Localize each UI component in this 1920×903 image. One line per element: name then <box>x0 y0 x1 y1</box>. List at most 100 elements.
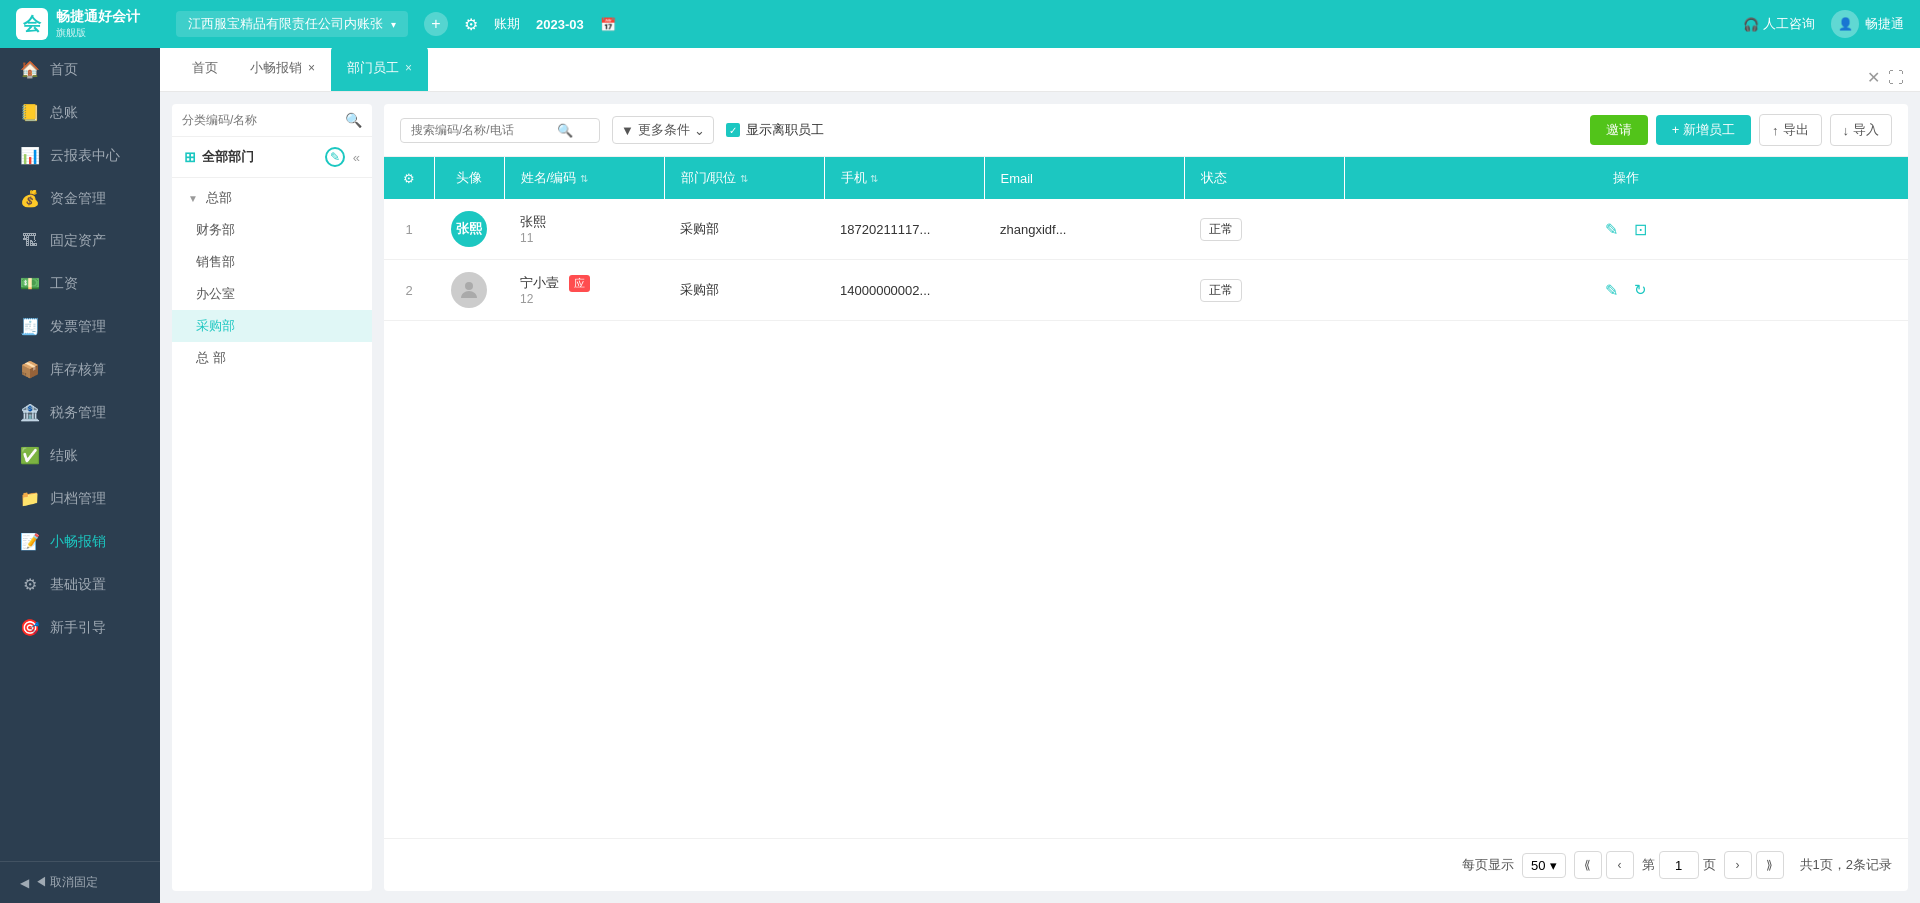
resigned-checkbox[interactable]: ✓ <box>726 123 740 137</box>
service-button[interactable]: 🎧 人工咨询 <box>1743 15 1815 33</box>
pin-label: ◀ 取消固定 <box>35 874 98 891</box>
page-number-input[interactable] <box>1659 851 1699 879</box>
prev-page-button[interactable]: ‹ <box>1606 851 1634 879</box>
company-selector[interactable]: 江西服宝精品有限责任公司内账张 ▾ <box>176 11 408 37</box>
settings-icon[interactable]: ⚙ <box>464 15 478 34</box>
sidebar-item-reports[interactable]: 📊 云报表中心 <box>0 134 160 177</box>
svg-point-0 <box>465 282 473 290</box>
reports-icon: 📊 <box>20 146 40 165</box>
import-button[interactable]: ↓ 导入 <box>1830 114 1893 146</box>
row2-status-cell: 正常 <box>1184 260 1344 321</box>
sidebar-label-home: 首页 <box>50 61 78 79</box>
tab-expense-close[interactable]: × <box>308 61 315 75</box>
sidebar-item-capital[interactable]: 💰 资金管理 <box>0 177 160 220</box>
th-dept[interactable]: 部门/职位 ⇅ <box>664 157 824 199</box>
invite-button[interactable]: 邀请 <box>1590 115 1648 145</box>
row1-action-icons: ✎ ⊡ <box>1360 220 1892 239</box>
user-info[interactable]: 👤 畅捷通 <box>1831 10 1904 38</box>
dept-node-office[interactable]: 办公室 <box>172 278 372 310</box>
row1-logout-icon[interactable]: ⊡ <box>1634 220 1647 239</box>
th-email: Email <box>984 157 1184 199</box>
tab-home[interactable]: 首页 <box>176 48 234 91</box>
emp-search-icon[interactable]: 🔍 <box>557 123 573 138</box>
row2-avatar-cell <box>434 260 504 321</box>
sidebar-item-inventory[interactable]: 📦 库存核算 <box>0 348 160 391</box>
sidebar-pin-toggle[interactable]: ◀ ◀ 取消固定 <box>0 861 160 903</box>
tab-home-label: 首页 <box>192 59 218 77</box>
period-value[interactable]: 2023-03 <box>536 17 584 32</box>
th-name[interactable]: 姓名/编码 ⇅ <box>504 157 664 199</box>
dept-search-input[interactable] <box>182 113 339 127</box>
next-page-button[interactable]: › <box>1724 851 1752 879</box>
sidebar-label-invoice: 发票管理 <box>50 318 106 336</box>
sidebar-item-settings[interactable]: ⚙ 基础设置 <box>0 563 160 606</box>
logo-area: 会 畅捷通好会计 旗舰版 <box>16 8 176 40</box>
tab-bar: 首页 小畅报销 × 部门员工 × ✕ ⛶ <box>160 48 1920 92</box>
more-filter-button[interactable]: ▼ 更多条件 ⌄ <box>612 116 714 144</box>
row2-edit-icon[interactable]: ✎ <box>1605 281 1618 300</box>
dept-header-icons: ✎ « <box>325 147 360 167</box>
row2-status-badge: 正常 <box>1200 279 1242 302</box>
sidebar-item-tax[interactable]: 🏦 税务管理 <box>0 391 160 434</box>
th-phone[interactable]: 手机 ⇅ <box>824 157 984 199</box>
sidebar-label-settle: 结账 <box>50 447 78 465</box>
username: 畅捷通 <box>1865 15 1904 33</box>
capital-icon: 💰 <box>20 189 40 208</box>
th-settings[interactable]: ⚙ <box>384 157 434 199</box>
invoice-icon: 🧾 <box>20 317 40 336</box>
dept-node-hq2[interactable]: 总 部 <box>172 342 372 374</box>
emp-search-input[interactable] <box>411 123 551 137</box>
sidebar-item-ledger[interactable]: 📒 总账 <box>0 91 160 134</box>
tab-dept-emp-close[interactable]: × <box>405 61 412 75</box>
dept-node-hq[interactable]: ▼ 总部 <box>172 182 372 214</box>
page-size-select[interactable]: 50 ▾ <box>1522 853 1565 878</box>
add-emp-button[interactable]: + 新增员工 <box>1656 115 1751 145</box>
row2-delete-icon[interactable]: ↻ <box>1634 281 1647 299</box>
tab-expense[interactable]: 小畅报销 × <box>234 48 331 91</box>
settings-nav-icon: ⚙ <box>20 575 40 594</box>
sidebar-item-invoice[interactable]: 🧾 发票管理 <box>0 305 160 348</box>
sidebar-label-tax: 税务管理 <box>50 404 106 422</box>
tax-icon: 🏦 <box>20 403 40 422</box>
sidebar-item-settle[interactable]: ✅ 结账 <box>0 434 160 477</box>
show-resigned-toggle[interactable]: ✓ 显示离职员工 <box>726 121 824 139</box>
headset-icon: 🎧 <box>1743 17 1759 32</box>
sidebar-item-assets[interactable]: 🏗 固定资产 <box>0 220 160 262</box>
export-button[interactable]: ↑ 导出 <box>1759 114 1822 146</box>
calendar-icon[interactable]: 📅 <box>600 17 616 32</box>
expand-window-icon[interactable]: ⛶ <box>1888 69 1904 87</box>
th-status: 状态 <box>1184 157 1344 199</box>
more-filter-label: 更多条件 <box>638 121 690 139</box>
page-size-arrow-icon: ▾ <box>1550 858 1557 873</box>
first-page-button[interactable]: ⟪ <box>1574 851 1602 879</box>
tab-dept-emp-label: 部门员工 <box>347 59 399 77</box>
tab-dept-emp[interactable]: 部门员工 × <box>331 48 428 91</box>
dept-node-sales[interactable]: 销售部 <box>172 246 372 278</box>
sidebar-label-inventory: 库存核算 <box>50 361 106 379</box>
row1-edit-icon[interactable]: ✎ <box>1605 220 1618 239</box>
all-dept-label[interactable]: 全部部门 <box>202 148 254 166</box>
sidebar-label-assets: 固定资产 <box>50 232 106 250</box>
dept-header: ⊞ 全部部门 ✎ « <box>172 137 372 178</box>
dept-collapse-icon[interactable]: « <box>353 150 360 165</box>
dept-edit-icon[interactable]: ✎ <box>325 147 345 167</box>
close-window-icon[interactable]: ✕ <box>1867 68 1880 87</box>
sidebar-label-archive: 归档管理 <box>50 490 106 508</box>
salary-icon: 💵 <box>20 274 40 293</box>
page-nav: ⟪ ‹ <box>1574 851 1634 879</box>
sidebar-item-salary[interactable]: 💵 工资 <box>0 262 160 305</box>
chevron-down-icon: ⌄ <box>694 123 705 138</box>
sidebar-item-guide[interactable]: 🎯 新手引导 <box>0 606 160 649</box>
row1-avatar-cell: 张熙 <box>434 199 504 260</box>
last-page-button[interactable]: ⟫ <box>1756 851 1784 879</box>
row2-name-cell: 宁小壹 应 12 <box>504 260 664 321</box>
sidebar-item-archive[interactable]: 📁 归档管理 <box>0 477 160 520</box>
dept-search-icon[interactable]: 🔍 <box>345 112 362 128</box>
add-tab-button[interactable]: + <box>424 12 448 36</box>
dept-node-finance[interactable]: 财务部 <box>172 214 372 246</box>
sidebar-item-home[interactable]: 🏠 首页 <box>0 48 160 91</box>
sidebar-label-settings: 基础设置 <box>50 576 106 594</box>
dept-node-purchase[interactable]: 采购部 <box>172 310 372 342</box>
th-action: 操作 <box>1344 157 1908 199</box>
sidebar-item-expense[interactable]: 📝 小畅报销 <box>0 520 160 563</box>
